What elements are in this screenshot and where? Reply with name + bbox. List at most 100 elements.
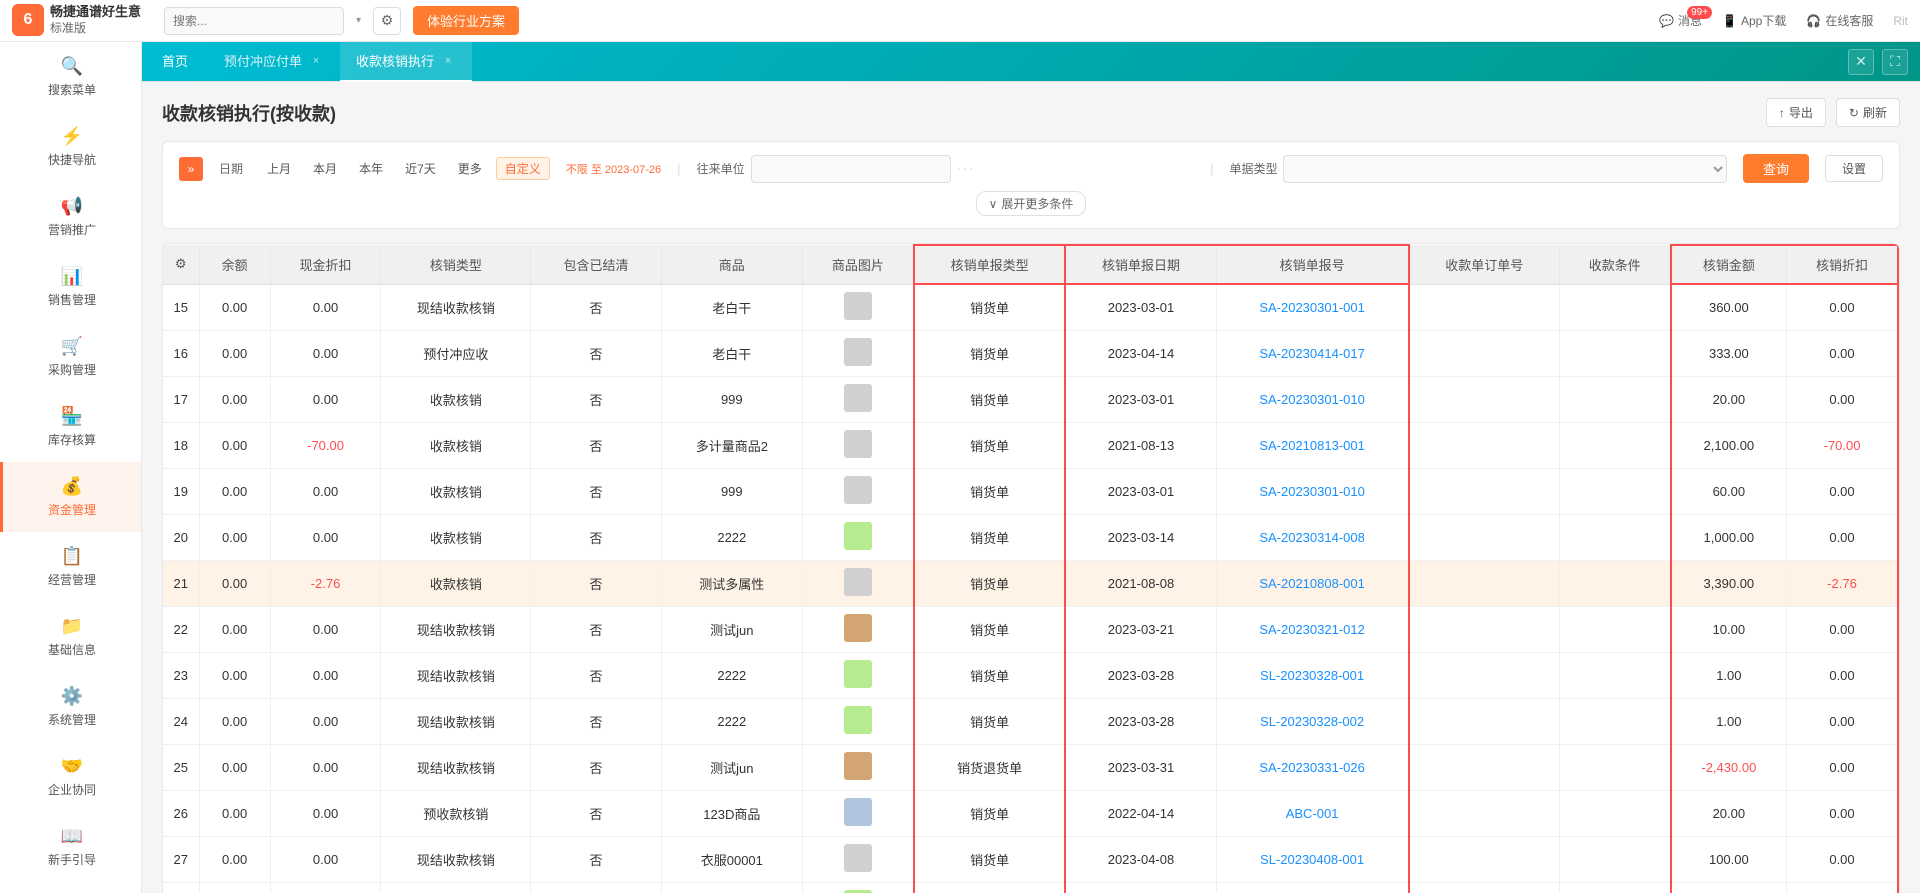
- td-cash-discount: -70.00: [270, 422, 381, 468]
- th-report-type: 核销单报类型: [914, 245, 1066, 284]
- th-goods-img: 商品图片: [802, 245, 913, 284]
- product-image: [844, 660, 872, 688]
- counterparty-label: 往来单位: [697, 160, 745, 177]
- td-condition: [1559, 698, 1670, 744]
- query-btn[interactable]: 查询: [1743, 154, 1809, 183]
- td-cash-discount: 0.00: [270, 790, 381, 836]
- td-goods-img: [802, 744, 913, 790]
- sidebar-item-guide[interactable]: 📖 新手引导: [0, 812, 141, 882]
- td-index: 19: [163, 468, 199, 514]
- report-no-link[interactable]: SA-20210808-001: [1259, 576, 1365, 591]
- td-balance: 0.00: [199, 882, 270, 893]
- sidebar-item-quick[interactable]: ⚡ 快捷导航: [0, 112, 141, 182]
- export-btn[interactable]: ↑ 导出: [1766, 98, 1826, 127]
- report-no-link[interactable]: SA-20230301-001: [1259, 300, 1365, 315]
- bill-type-select[interactable]: [1283, 155, 1727, 183]
- expand-conditions-btn[interactable]: ∨ 展开更多条件: [976, 191, 1087, 216]
- report-no-link[interactable]: SA-20230314-008: [1259, 530, 1365, 545]
- td-balance: 0.00: [199, 560, 270, 606]
- sidebar-item-marketing[interactable]: 📢 营销推广: [0, 182, 141, 252]
- collab-icon: 🤝: [61, 756, 83, 777]
- sidebar-item-purchase[interactable]: 🛒 采购管理: [0, 322, 141, 392]
- sidebar-item-system[interactable]: ⚙️ 系统管理: [0, 672, 141, 742]
- td-balance: 0.00: [199, 284, 270, 330]
- message-btn[interactable]: 💬 消息 99+: [1659, 12, 1702, 29]
- gear-icon[interactable]: ⚙: [373, 7, 401, 35]
- td-included: 否: [531, 790, 661, 836]
- sidebar-item-collab[interactable]: 🤝 企业协同: [0, 742, 141, 812]
- report-no-link[interactable]: SA-20230301-010: [1259, 392, 1365, 407]
- td-balance: 0.00: [199, 698, 270, 744]
- report-no-link[interactable]: ABC-001: [1286, 806, 1339, 821]
- td-discount: 0.00: [1787, 330, 1899, 376]
- counterparty-input[interactable]: [751, 155, 951, 183]
- sidebar-item-label: 销售管理: [48, 291, 96, 308]
- app-download-btn[interactable]: 📱 App下载: [1722, 12, 1786, 29]
- td-goods: 2222: [661, 698, 802, 744]
- report-no-link[interactable]: SA-20230414-017: [1259, 346, 1365, 361]
- sidebar-item-label: 搜索菜单: [48, 81, 96, 98]
- search-input[interactable]: [164, 7, 344, 35]
- td-cash-discount: 0.00: [270, 514, 381, 560]
- td-amount: 360.00: [1671, 284, 1787, 330]
- td-balance: 0.00: [199, 330, 270, 376]
- tab-verify[interactable]: 收款核销执行 ×: [340, 42, 472, 82]
- close-all-btn[interactable]: ✕: [1848, 49, 1874, 75]
- report-no-link[interactable]: SA-20230331-026: [1259, 760, 1365, 775]
- product-image: [844, 476, 872, 504]
- tab-close-prepay[interactable]: ×: [308, 53, 324, 69]
- td-cash-discount: -2.76: [270, 560, 381, 606]
- sidebar-item-operation[interactable]: 📋 经营管理: [0, 532, 141, 602]
- tab-prepay[interactable]: 预付冲应付单 ×: [208, 42, 340, 82]
- td-report-type: 销货单: [914, 882, 1066, 893]
- date-opt-7days[interactable]: 近7天: [397, 158, 444, 179]
- sidebar-item-search[interactable]: 🔍 搜索菜单: [0, 42, 141, 112]
- chevron-down-icon[interactable]: ▾: [356, 15, 361, 26]
- export-icon: ↑: [1779, 106, 1785, 120]
- td-verify-type: 现结收款核销: [381, 284, 531, 330]
- td-report-type: 销货单: [914, 422, 1066, 468]
- td-report-type: 销货单: [914, 514, 1066, 560]
- date-opt-last-month[interactable]: 上月: [259, 158, 299, 179]
- td-order-no: [1409, 698, 1560, 744]
- report-no-link[interactable]: SL-20230328-001: [1260, 668, 1364, 683]
- filter-dots: ···: [957, 161, 976, 176]
- maximize-btn[interactable]: ⛶: [1882, 49, 1908, 75]
- report-no-link[interactable]: SA-20210813-001: [1259, 438, 1365, 453]
- report-no-link[interactable]: SA-20230321-012: [1259, 622, 1365, 637]
- report-no-link[interactable]: SL-20230408-001: [1260, 852, 1364, 867]
- industry-btn[interactable]: 体验行业方案: [413, 6, 519, 35]
- date-opt-this-year[interactable]: 本年: [351, 158, 391, 179]
- td-report-type: 销货退货单: [914, 744, 1066, 790]
- filter-expand-btn[interactable]: »: [179, 157, 203, 181]
- date-opt-more[interactable]: 更多: [450, 158, 490, 179]
- sidebar-item-inventory[interactable]: 🏪 库存核算: [0, 392, 141, 462]
- td-cash-discount: 0.00: [270, 698, 381, 744]
- sidebar-item-sales[interactable]: 📊 销售管理: [0, 252, 141, 322]
- report-no-link[interactable]: SA-20230301-010: [1259, 484, 1365, 499]
- sidebar-item-hardware[interactable]: 💻 智能硬件: [0, 882, 141, 893]
- td-verify-type: 现结收款核销: [381, 744, 531, 790]
- tab-close-verify[interactable]: ×: [440, 53, 456, 69]
- search-icon: 🔍: [61, 56, 83, 77]
- sidebar-item-finance[interactable]: 💰 资金管理: [0, 462, 141, 532]
- td-amount: 100.00: [1671, 836, 1787, 882]
- sidebar-item-label: 基础信息: [48, 641, 96, 658]
- tab-home[interactable]: 首页: [142, 42, 208, 82]
- td-cash-discount: 0.00: [270, 376, 381, 422]
- table-row: 20 0.00 0.00 收款核销 否 2222 销货单 2023-03-14 …: [163, 514, 1898, 560]
- refresh-btn[interactable]: ↻ 刷新: [1836, 98, 1900, 127]
- logo-text: 畅捷通谱好生意 标准版: [50, 4, 141, 36]
- date-opt-this-month[interactable]: 本月: [305, 158, 345, 179]
- td-order-no: [1409, 606, 1560, 652]
- settings-btn[interactable]: 设置: [1825, 155, 1883, 182]
- sidebar-item-base[interactable]: 📁 基础信息: [0, 602, 141, 672]
- td-goods-img: [802, 560, 913, 606]
- th-settings[interactable]: ⚙: [163, 245, 199, 284]
- th-discount: 核销折扣: [1787, 245, 1899, 284]
- td-report-date: 2022-04-14: [1065, 790, 1216, 836]
- report-no-link[interactable]: SL-20230328-002: [1260, 714, 1364, 729]
- date-opt-custom[interactable]: 自定义: [496, 157, 550, 180]
- online-service-btn[interactable]: 🎧 在线客服: [1806, 12, 1873, 29]
- td-amount: 60.00: [1671, 468, 1787, 514]
